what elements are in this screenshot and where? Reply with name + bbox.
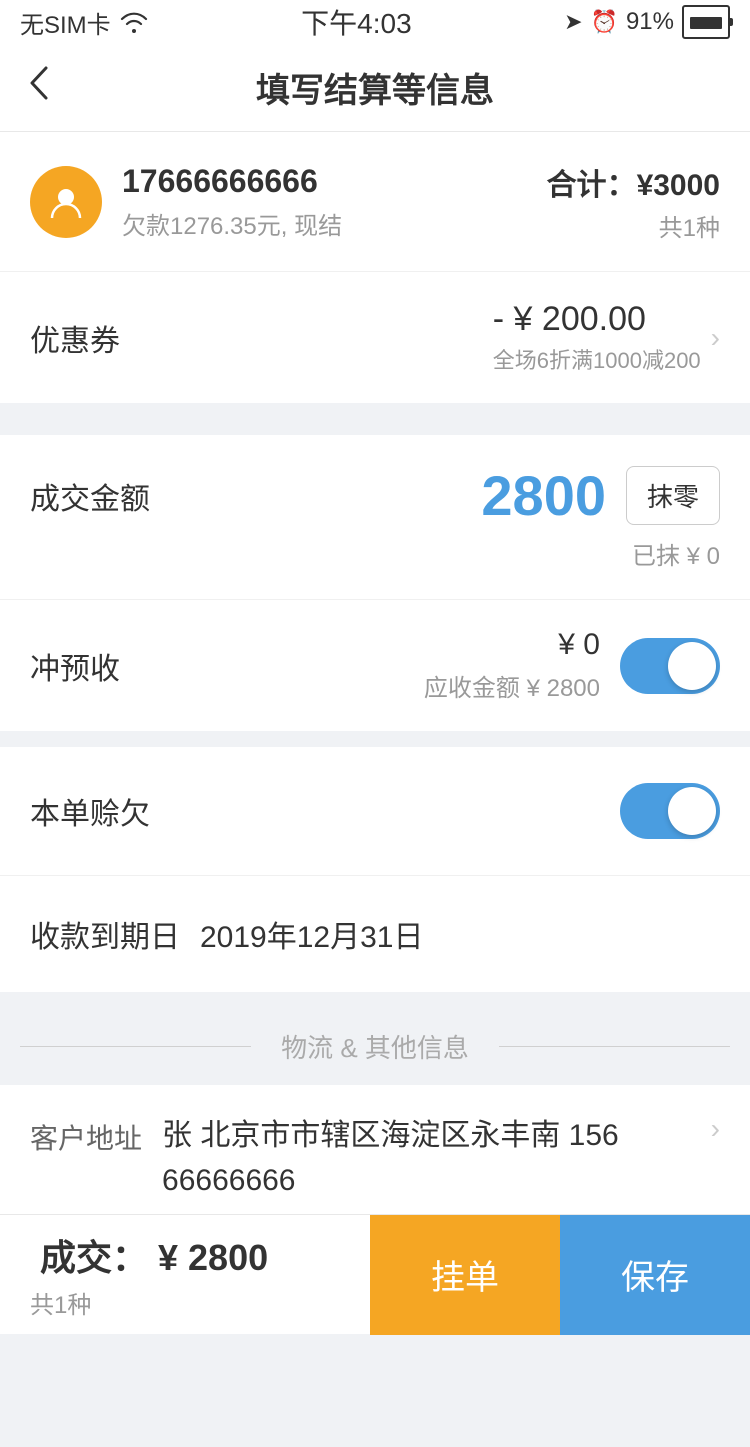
divider-2 <box>0 731 750 747</box>
customer-left: 17666666666 欠款1276.35元, 现结 <box>30 163 342 241</box>
address-section: 客户地址 张 北京市市辖区海淀区永丰南 156 66666666 › <box>0 1085 750 1231</box>
prepay-amount: ¥ 0 <box>424 628 600 662</box>
prepay-row: 冲预收 ¥ 0 应收金额 ¥ 2800 <box>0 599 750 731</box>
wifi-icon <box>119 11 149 33</box>
address-value: 张 北京市市辖区海淀区永丰南 156 66666666 <box>162 1113 691 1203</box>
address-label: 客户地址 <box>30 1113 142 1157</box>
debt-row: 本单赊欠 <box>0 747 750 875</box>
total-label: 合计： <box>547 169 637 202</box>
hang-button[interactable]: 挂单 <box>370 1215 560 1335</box>
location-icon: ➤ <box>564 9 582 35</box>
customer-info: 17666666666 欠款1276.35元, 现结 <box>122 163 342 241</box>
logistics-line-left <box>20 1046 251 1047</box>
logistics-divider: 物流 & 其他信息 <box>0 1008 750 1085</box>
due-date-label: 收款到期日 <box>30 912 180 956</box>
customer-right: 合计：¥3000 共1种 <box>547 160 720 243</box>
total-amount: 合计：¥3000 <box>547 160 720 204</box>
customer-sub: 欠款1276.35元, 现结 <box>122 206 342 241</box>
chevron-right-icon: › <box>711 322 720 354</box>
amount-value: 2800 <box>481 463 606 528</box>
total-value: ¥3000 <box>637 169 720 202</box>
due-date-row: 收款到期日 2019年12月31日 <box>0 875 750 992</box>
amount-label: 成交金额 <box>30 474 150 518</box>
prepay-label: 冲预收 <box>30 644 120 688</box>
customer-section: 17666666666 欠款1276.35元, 现结 合计：¥3000 共1种 … <box>0 132 750 403</box>
coupon-label: 优惠券 <box>30 316 120 360</box>
logistics-label: 物流 & 其他信息 <box>271 1028 479 1065</box>
coupon-discount: - ¥ 200.00 <box>493 300 701 339</box>
customer-phone: 17666666666 <box>122 163 342 200</box>
deal-amount: ¥ 2800 <box>158 1237 268 1278</box>
status-bar-left: 无SIM卡 <box>20 5 149 40</box>
address-row[interactable]: 客户地址 张 北京市市辖区海淀区永丰南 156 66666666 › <box>0 1085 750 1231</box>
customer-row: 17666666666 欠款1276.35元, 现结 合计：¥3000 共1种 <box>0 132 750 271</box>
debt-toggle[interactable] <box>620 783 720 839</box>
back-button[interactable] <box>28 64 50 111</box>
due-date-value: 2019年12月31日 <box>200 912 423 956</box>
prepay-sub: 应收金额 ¥ 2800 <box>424 668 600 703</box>
status-bar-time: 下午4:03 <box>301 2 412 42</box>
coupon-row[interactable]: 优惠券 - ¥ 200.00 全场6折满1000减200 › <box>0 271 750 403</box>
battery-text: 91% <box>626 8 674 36</box>
debt-section: 本单赊欠 收款到期日 2019年12月31日 <box>0 747 750 992</box>
amount-section: 成交金额 2800 抹零 已抹 ¥ 0 <box>0 435 750 599</box>
logistics-line-right <box>499 1046 730 1047</box>
amount-sub: 已抹 ¥ 0 <box>30 536 720 571</box>
status-bar: 无SIM卡 下午4:03 ➤ ⏰ 91% <box>0 0 750 44</box>
status-bar-right: ➤ ⏰ 91% <box>564 5 730 39</box>
prepay-values: ¥ 0 应收金额 ¥ 2800 <box>424 628 600 703</box>
deal-label: 成交： <box>40 1237 148 1278</box>
coupon-desc: 全场6折满1000减200 <box>493 343 701 375</box>
round-zero-button[interactable]: 抹零 <box>626 466 720 525</box>
save-button[interactable]: 保存 <box>560 1215 750 1335</box>
prepay-right: ¥ 0 应收金额 ¥ 2800 <box>424 628 720 703</box>
prepay-toggle[interactable] <box>620 638 720 694</box>
page-title: 填写结算等信息 <box>256 63 494 112</box>
carrier-text: 无SIM卡 <box>20 5 111 40</box>
address-chevron-icon: › <box>711 1113 720 1145</box>
coupon-right: - ¥ 200.00 全场6折满1000减200 › <box>493 300 720 375</box>
bottom-info: 成交：¥ 2800 共1种 <box>0 1229 370 1320</box>
amount-row: 成交金额 2800 抹零 <box>30 463 720 528</box>
nav-bar: 填写结算等信息 <box>0 44 750 132</box>
bottom-deal-row: 成交：¥ 2800 <box>30 1229 340 1281</box>
total-count: 共1种 <box>547 208 720 243</box>
amount-right: 2800 抹零 <box>481 463 720 528</box>
battery-icon <box>682 5 730 39</box>
avatar <box>30 166 102 238</box>
coupon-info: - ¥ 200.00 全场6折满1000减200 <box>493 300 701 375</box>
bottom-bar: 成交：¥ 2800 共1种 挂单 保存 <box>0 1214 750 1334</box>
debt-label: 本单赊欠 <box>30 789 150 833</box>
alarm-icon: ⏰ <box>591 9 618 35</box>
divider-1 <box>0 419 750 435</box>
bottom-count: 共1种 <box>30 1285 340 1320</box>
